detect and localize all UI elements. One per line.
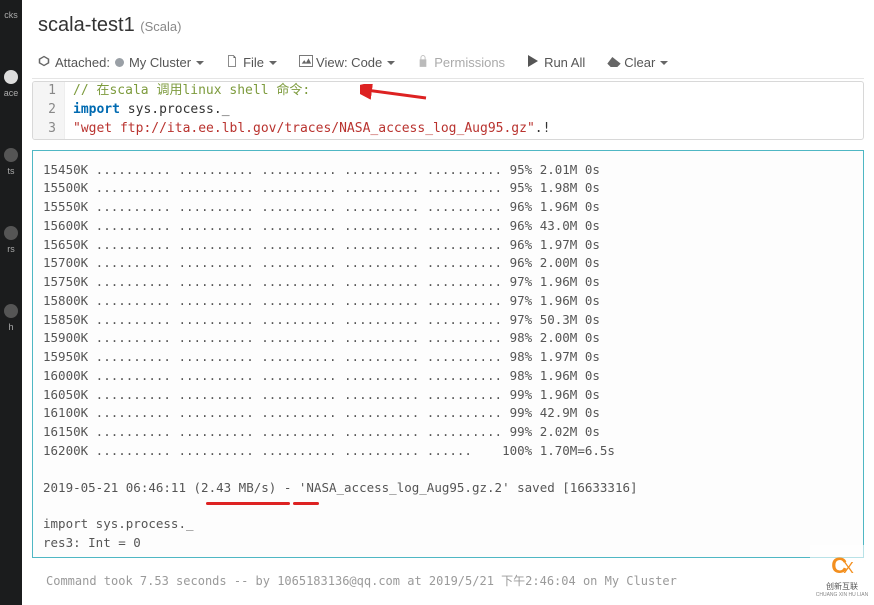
notebook-language: (Scala)	[140, 19, 181, 34]
rail-item[interactable]: h	[4, 304, 18, 332]
file-icon	[226, 55, 238, 70]
image-icon	[299, 55, 311, 70]
progress-line: 15900K .......... .......... .......... …	[43, 329, 857, 348]
clear-menu[interactable]: Clear	[607, 55, 668, 70]
rail-item[interactable]: ace	[4, 70, 19, 98]
line-number: 3	[33, 120, 65, 139]
run-all-button[interactable]: Run All	[527, 55, 585, 70]
progress-line: 15700K .......... .......... .......... …	[43, 254, 857, 273]
attached-icon	[38, 55, 50, 70]
status-dot-icon	[115, 58, 124, 67]
play-icon	[527, 55, 539, 70]
progress-line: 15450K .......... .......... .......... …	[43, 161, 857, 180]
watermark: CX 创新互联 CHUANG XIN HU LIAN	[810, 545, 874, 605]
result-line: import sys.process._	[43, 515, 857, 534]
chevron-down-icon	[660, 61, 668, 65]
watermark-sub: CHUANG XIN HU LIAN	[816, 592, 869, 598]
progress-line: 15550K .......... .......... .......... …	[43, 198, 857, 217]
result-line: res3: Int = 0	[43, 534, 857, 553]
notebook-main: scala-test1 (Scala) Attached: My Cluster…	[22, 0, 874, 605]
file-menu[interactable]: File	[226, 55, 277, 70]
eraser-icon	[607, 55, 619, 70]
line-number: 2	[33, 101, 65, 120]
watermark-text: 创新互联	[826, 581, 858, 592]
chevron-down-icon	[387, 61, 395, 65]
saved-line: 2019-05-21 06:46:11 (2.43 MB/s) - 'NASA_…	[43, 479, 857, 498]
lock-icon	[417, 55, 429, 70]
progress-line: 16150K .......... .......... .......... …	[43, 423, 857, 442]
left-nav-rail: cks ace ts rs h	[0, 0, 22, 605]
rail-item[interactable]: ts	[4, 148, 18, 176]
notebook-toolbar: Attached: My Cluster File View: Code Per…	[32, 47, 864, 79]
progress-line: 15500K .......... .......... .......... …	[43, 179, 857, 198]
progress-line: 15600K .......... .......... .......... …	[43, 217, 857, 236]
code-line: 1 // 在scala 调用linux shell 命令:	[33, 82, 863, 101]
progress-line: 16050K .......... .......... .......... …	[43, 386, 857, 405]
code-cell[interactable]: 1 // 在scala 调用linux shell 命令: 2 import s…	[32, 81, 864, 140]
output-cell: 15450K .......... .......... .......... …	[32, 150, 864, 558]
progress-line: 15750K .......... .......... .......... …	[43, 273, 857, 292]
progress-line: 16000K .......... .......... .......... …	[43, 367, 857, 386]
chevron-down-icon	[196, 61, 204, 65]
progress-line: 16200K .......... .......... .......... …	[43, 442, 857, 461]
progress-line: 15850K .......... .......... .......... …	[43, 311, 857, 330]
code-line: 3 "wget ftp://ita.ee.lbl.gov/traces/NASA…	[33, 120, 863, 139]
attached-menu[interactable]: Attached: My Cluster	[38, 55, 204, 70]
chevron-down-icon	[269, 61, 277, 65]
code-line: 2 import sys.process._	[33, 101, 863, 120]
line-number: 1	[33, 82, 65, 101]
progress-line: 15650K .......... .......... .......... …	[43, 236, 857, 255]
progress-line: 15800K .......... .......... .......... …	[43, 292, 857, 311]
permissions-button: Permissions	[417, 55, 505, 70]
view-menu[interactable]: View: Code	[299, 55, 395, 70]
notebook-name[interactable]: scala-test1	[38, 14, 135, 36]
progress-line: 15950K .......... .......... .......... …	[43, 348, 857, 367]
command-took-footer: Command took 7.53 seconds -- by 10651831…	[32, 568, 864, 595]
progress-line: 16100K .......... .......... .......... …	[43, 404, 857, 423]
notebook-title: scala-test1 (Scala)	[32, 10, 864, 47]
watermark-logo: CX	[831, 553, 853, 579]
rail-item[interactable]: cks	[4, 10, 18, 20]
rail-item[interactable]: rs	[4, 226, 18, 254]
